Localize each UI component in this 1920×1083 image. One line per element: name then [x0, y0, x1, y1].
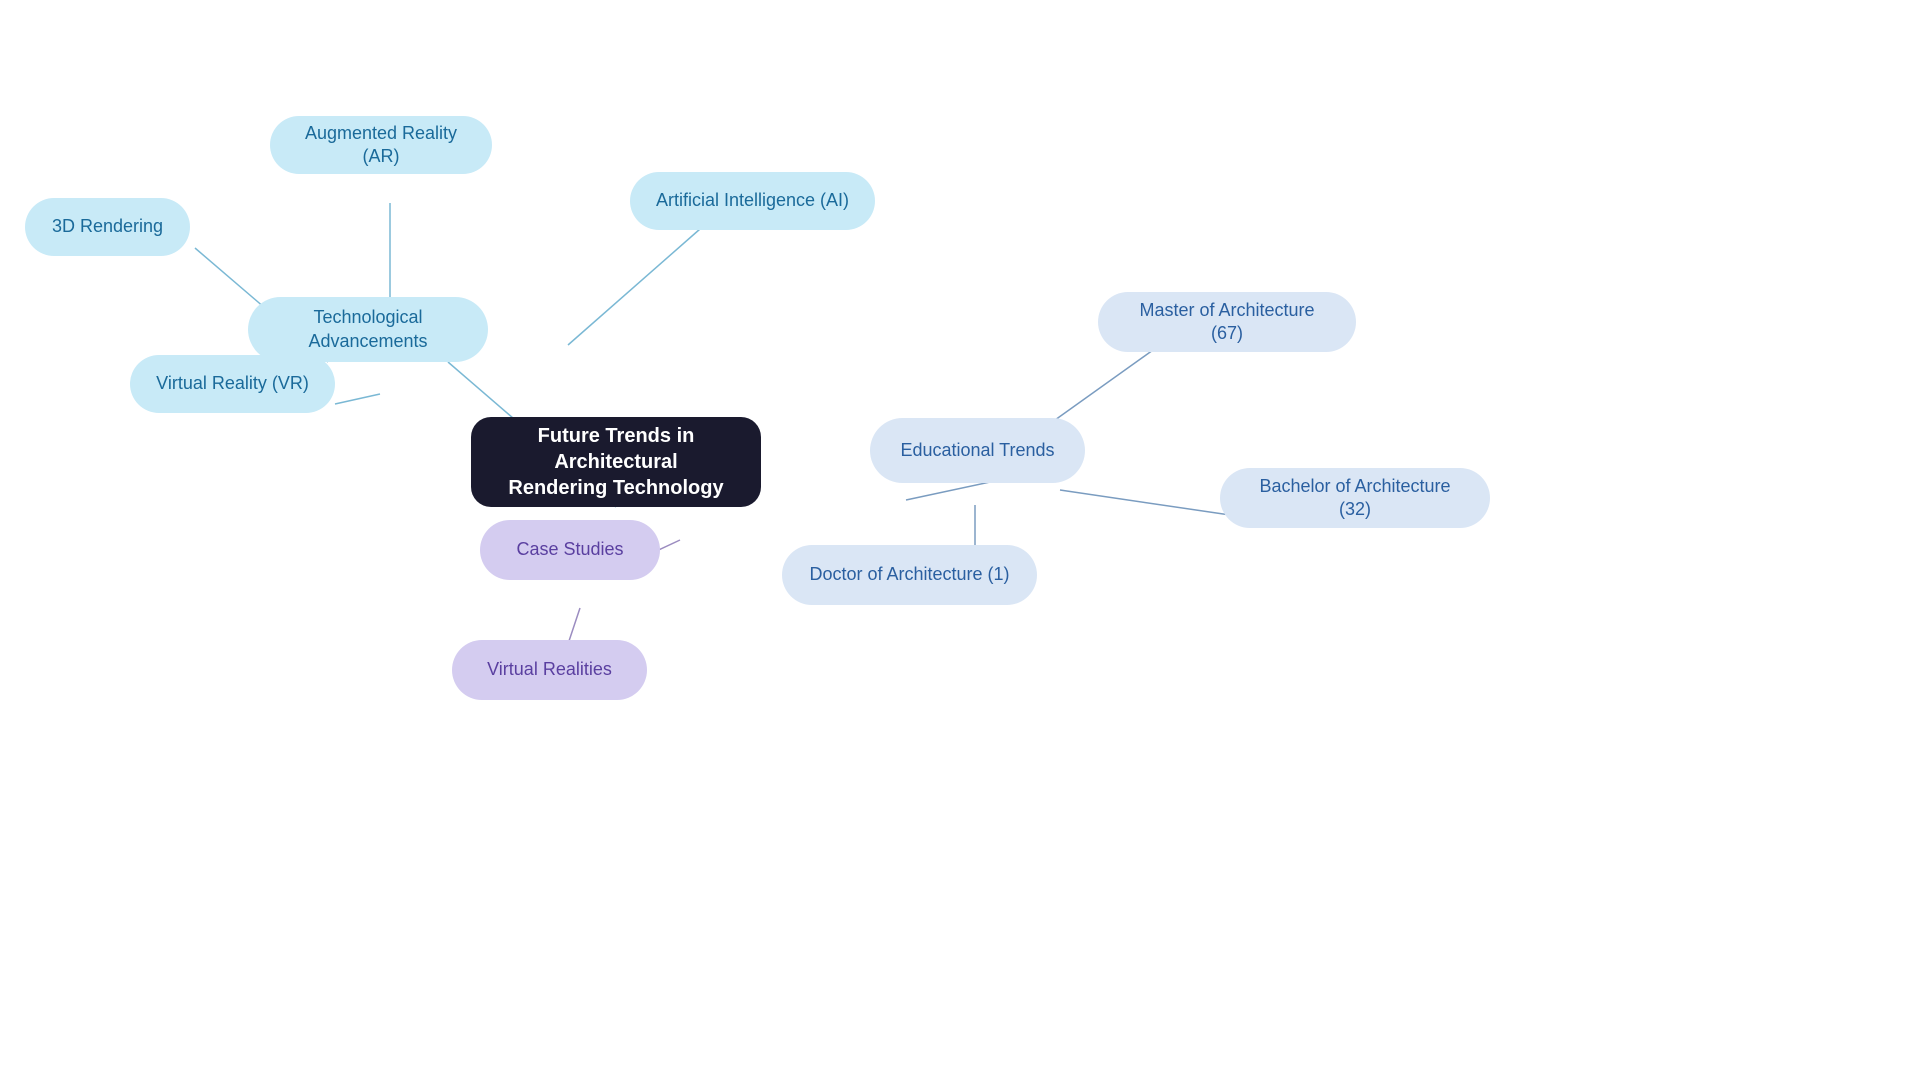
vr-label: Virtual Reality (VR): [156, 372, 309, 395]
case-studies-node[interactable]: Case Studies: [480, 520, 660, 580]
master-architecture-node[interactable]: Master of Architecture (67): [1098, 292, 1356, 352]
educational-trends-node[interactable]: Educational Trends: [870, 418, 1085, 483]
master-architecture-label: Master of Architecture (67): [1122, 299, 1332, 346]
virtual-realities-node[interactable]: Virtual Realities: [452, 640, 647, 700]
tech-advancements-node[interactable]: Technological Advancements: [248, 297, 488, 362]
ai-node[interactable]: Artificial Intelligence (AI): [630, 172, 875, 230]
central-node-label: Future Trends in Architectural Rendering…: [495, 423, 737, 501]
bachelor-architecture-label: Bachelor of Architecture (32): [1244, 475, 1466, 522]
ai-label: Artificial Intelligence (AI): [656, 189, 849, 212]
3d-rendering-node[interactable]: 3D Rendering: [25, 198, 190, 256]
vr-node[interactable]: Virtual Reality (VR): [130, 355, 335, 413]
educational-trends-label: Educational Trends: [900, 439, 1054, 462]
3d-rendering-label: 3D Rendering: [52, 215, 163, 238]
case-studies-label: Case Studies: [516, 538, 623, 561]
bachelor-architecture-node[interactable]: Bachelor of Architecture (32): [1220, 468, 1490, 528]
virtual-realities-label: Virtual Realities: [487, 658, 612, 681]
central-node[interactable]: Future Trends in Architectural Rendering…: [471, 417, 761, 507]
augmented-reality-node[interactable]: Augmented Reality (AR): [270, 116, 492, 174]
doctor-architecture-label: Doctor of Architecture (1): [809, 563, 1009, 586]
tech-advancements-label: Technological Advancements: [272, 306, 464, 353]
doctor-architecture-node[interactable]: Doctor of Architecture (1): [782, 545, 1037, 605]
augmented-reality-label: Augmented Reality (AR): [294, 122, 468, 169]
